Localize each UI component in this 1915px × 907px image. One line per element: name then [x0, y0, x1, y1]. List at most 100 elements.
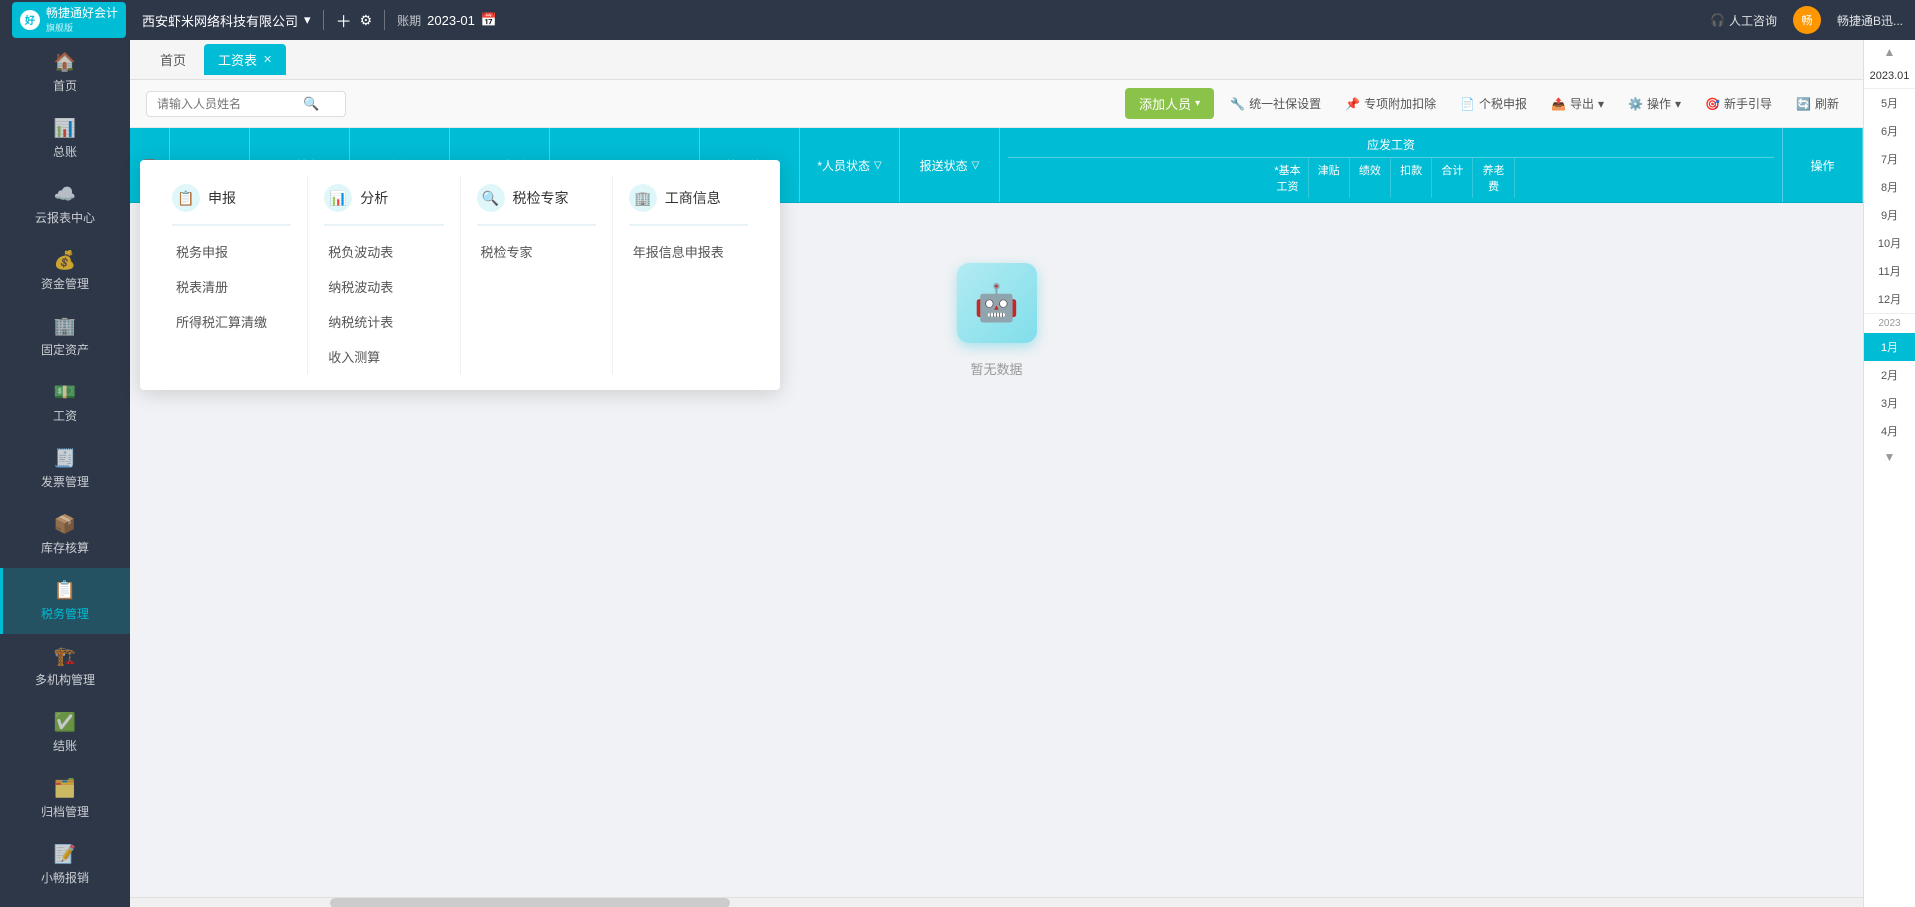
- cal-month-3[interactable]: 3月: [1864, 389, 1915, 417]
- sidebar-item-multi-org[interactable]: 🏗️ 多机构管理: [0, 634, 130, 700]
- tax-report-btn[interactable]: 📄 个税申报: [1452, 91, 1535, 116]
- sidebar-item-expense[interactable]: 📝 小畅报销: [0, 832, 130, 898]
- empty-icon: 🤖: [957, 263, 1037, 343]
- cloud-icon: ☁️: [54, 184, 76, 205]
- guide-label: 新手引导: [1724, 95, 1772, 112]
- assets-icon: 🏢: [54, 316, 76, 337]
- cal-month-5[interactable]: 5月: [1864, 89, 1915, 117]
- sidebar-item-close-account[interactable]: ✅ 结账: [0, 700, 130, 766]
- support-label: 人工咨询: [1729, 12, 1777, 29]
- social-insurance-btn[interactable]: 🔧 统一社保设置: [1222, 91, 1329, 116]
- menu-item-tax-burden[interactable]: 税负波动表: [324, 234, 443, 269]
- tab-close-icon[interactable]: ✕: [263, 53, 272, 66]
- cal-month-6[interactable]: 6月: [1864, 117, 1915, 145]
- cal-month-10[interactable]: 10月: [1864, 229, 1915, 257]
- home-icon: 🏠: [54, 52, 76, 73]
- salary-sub-headers: *基本工资 津贴 绩效 扣款 合计 养老费: [1267, 158, 1514, 198]
- menu-item-tax-report[interactable]: 税务申报: [172, 234, 291, 269]
- period-value: 2023-01: [427, 13, 475, 28]
- calendar-down-arrow[interactable]: ▼: [1875, 447, 1905, 467]
- sidebar-label-tax: 税务管理: [41, 605, 89, 622]
- scrollbar-thumb[interactable]: [330, 898, 730, 907]
- tab-payroll-label: 工资表: [218, 50, 257, 69]
- special-deduction-btn[interactable]: 📌 专项附加扣除: [1337, 91, 1444, 116]
- tab-home[interactable]: 首页: [146, 44, 200, 75]
- operations-btn[interactable]: ⚙️ 操作 ▾: [1620, 91, 1689, 116]
- sidebar-item-inventory[interactable]: 📦 库存核算: [0, 502, 130, 568]
- support-btn[interactable]: 🎧 人工咨询: [1710, 12, 1777, 29]
- sidebar-item-home[interactable]: 🏠 首页: [0, 40, 130, 106]
- salary-group-title: 应发工资: [1008, 132, 1774, 158]
- sidebar-label-home: 首页: [53, 77, 77, 94]
- sidebar-item-ledger[interactable]: 📊 总账: [0, 106, 130, 172]
- calendar-up-arrow[interactable]: ▲: [1875, 42, 1905, 62]
- filter-icon-report[interactable]: ▽: [972, 160, 980, 171]
- cal-month-8[interactable]: 8月: [1864, 173, 1915, 201]
- guide-btn[interactable]: 🎯 新手引导: [1697, 91, 1780, 116]
- sidebar-item-tax[interactable]: 📋 税务管理: [0, 568, 130, 634]
- tax-menu-dropdown: 📋 申报 税务申报 税表清册 所得税汇算清缴 📊 分析 税负波动表 纳税波动表 …: [140, 160, 780, 390]
- section-header-expert: 🔍 税检专家: [477, 176, 596, 226]
- sidebar-item-assets[interactable]: 🏢 固定资产: [0, 304, 130, 370]
- sidebar-item-basic[interactable]: ⚙️ 基础设置: [0, 898, 130, 907]
- menu-item-income-tax-clearance[interactable]: 所得税汇算清缴: [172, 304, 291, 339]
- cal-month-4[interactable]: 4月: [1864, 417, 1915, 445]
- user-avatar[interactable]: 畅: [1793, 6, 1821, 34]
- deduction-label: 专项附加扣除: [1364, 95, 1436, 112]
- settings-icon[interactable]: ⚙: [360, 12, 373, 29]
- menu-item-tax-payment[interactable]: 纳税波动表: [324, 269, 443, 304]
- sidebar-label-archive: 归档管理: [41, 803, 89, 820]
- period-label: 账期: [397, 12, 421, 29]
- refresh-icon: 🔄: [1796, 97, 1811, 111]
- sidebar-label-assets: 固定资产: [41, 341, 89, 358]
- search-icon: 🔍: [303, 96, 319, 112]
- ops-arrow-icon: ▾: [1675, 97, 1681, 111]
- company-selector[interactable]: 西安虾米网络科技有限公司 ▾: [142, 11, 311, 30]
- section-header-report: 📋 申报: [172, 176, 291, 226]
- sidebar-label-payroll: 工资: [53, 407, 77, 424]
- menu-item-income-calc[interactable]: 收入测算: [324, 339, 443, 374]
- cal-month-12[interactable]: 12月: [1864, 285, 1915, 313]
- cal-year-2023: 2023: [1864, 313, 1915, 333]
- search-box[interactable]: 🔍: [146, 91, 346, 117]
- deduction-icon: 📌: [1345, 97, 1360, 111]
- sidebar-item-payroll[interactable]: 💵 工资: [0, 370, 130, 436]
- sidebar-item-invoice[interactable]: 🧾 发票管理: [0, 436, 130, 502]
- add-icon[interactable]: ＋: [336, 8, 352, 32]
- chevron-down-icon[interactable]: ▾: [304, 12, 311, 28]
- org-icon: 🏗️: [54, 646, 76, 667]
- user-name[interactable]: 畅捷通B迅...: [1837, 12, 1903, 29]
- section-title-business: 工商信息: [665, 188, 721, 208]
- cal-month-1[interactable]: 1月: [1864, 333, 1915, 361]
- menu-item-tax-table[interactable]: 税表清册: [172, 269, 291, 304]
- expert-section-icon: 🔍: [477, 184, 505, 212]
- menu-item-tax-stats[interactable]: 纳税统计表: [324, 304, 443, 339]
- refresh-btn[interactable]: 🔄 刷新: [1788, 91, 1847, 116]
- tab-payroll[interactable]: 工资表 ✕: [204, 44, 286, 75]
- cal-month-2[interactable]: 2月: [1864, 361, 1915, 389]
- headphone-icon: 🎧: [1710, 13, 1725, 27]
- menu-item-annual-report[interactable]: 年报信息申报表: [629, 234, 748, 269]
- logo-icon: 好: [20, 10, 40, 30]
- export-btn[interactable]: 📤 导出 ▾: [1543, 91, 1612, 116]
- cal-month-9[interactable]: 9月: [1864, 201, 1915, 229]
- guide-btn-icon: 🎯: [1705, 97, 1720, 111]
- app-version: 旗舰版: [46, 21, 118, 34]
- sidebar-label-expense: 小畅报销: [41, 869, 89, 886]
- close-account-icon: ✅: [54, 712, 76, 733]
- calendar-icon[interactable]: 📅: [481, 12, 497, 28]
- sidebar-item-fund[interactable]: 💰 资金管理: [0, 238, 130, 304]
- th-ops-label: 操作: [1810, 157, 1834, 174]
- invoice-icon: 🧾: [54, 448, 76, 469]
- add-person-button[interactable]: 添加人员 ▾: [1125, 88, 1214, 119]
- app-logo[interactable]: 好 畅捷通好会计 旗舰版: [12, 2, 126, 37]
- sidebar-item-archive[interactable]: 🗂️ 归档管理: [0, 766, 130, 832]
- horizontal-scrollbar[interactable]: [130, 897, 1863, 907]
- sidebar-item-cloud-report[interactable]: ☁️ 云报表中心: [0, 172, 130, 238]
- ledger-icon: 📊: [54, 118, 76, 139]
- menu-item-tax-expert[interactable]: 税检专家: [477, 234, 596, 269]
- filter-icon-status[interactable]: ▽: [874, 160, 882, 171]
- cal-month-7[interactable]: 7月: [1864, 145, 1915, 173]
- cal-month-11[interactable]: 11月: [1864, 257, 1915, 285]
- search-input[interactable]: [157, 97, 297, 111]
